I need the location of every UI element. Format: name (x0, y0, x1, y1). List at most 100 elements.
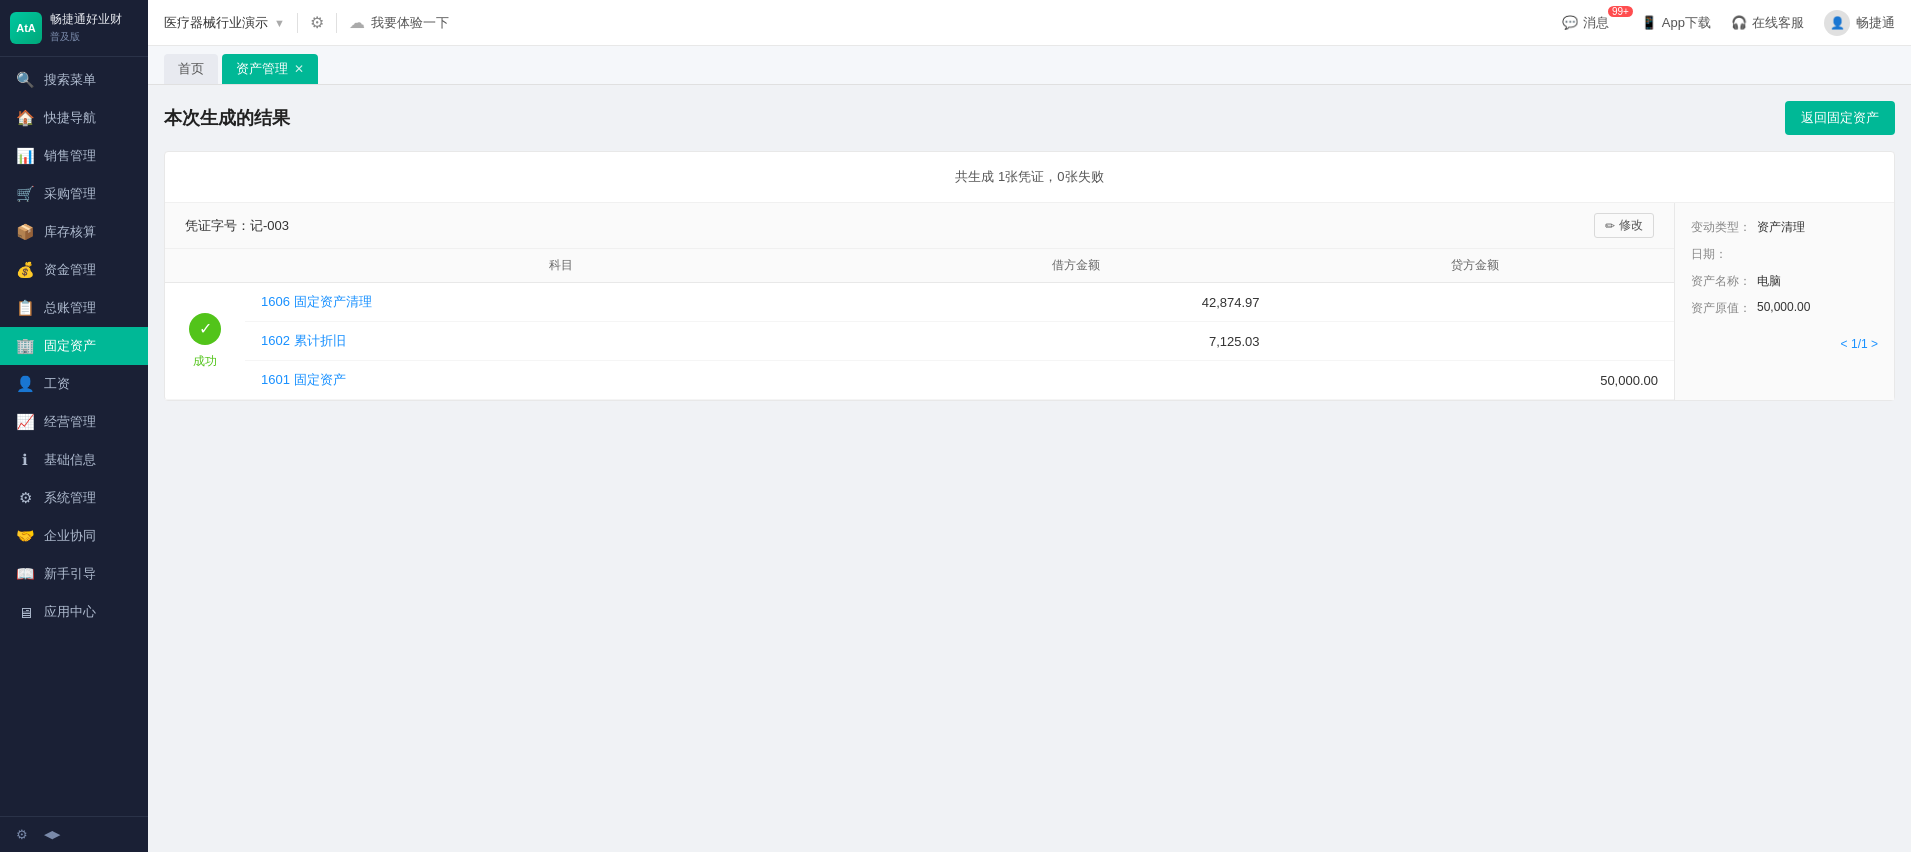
col-credit: 贷方金额 (1276, 249, 1674, 283)
sidebar-label-4: 库存核算 (44, 223, 96, 241)
return-button[interactable]: 返回固定资产 (1785, 101, 1895, 135)
original-value-value: 50,000.00 (1757, 300, 1810, 317)
app-download-button[interactable]: 📱 App下载 (1641, 14, 1711, 32)
sidebar-item-快捷导航[interactable]: 🏠 快捷导航 (0, 99, 148, 137)
sidebar-item-系统管理[interactable]: ⚙ 系统管理 (0, 479, 148, 517)
sidebar-item-应用中心[interactable]: 🖥 应用中心 (0, 593, 148, 631)
debit-cell: 7,125.03 (877, 322, 1275, 361)
sidebar-item-固定资产[interactable]: 🏢 固定资产 (0, 327, 148, 365)
result-panel: 共生成 1张凭证，0张失败 凭证字号：记-003 ✏ 修改 (164, 151, 1895, 401)
account-cell: 1601 固定资产 (245, 361, 877, 400)
sidebar-label-14: 应用中心 (44, 603, 96, 621)
edit-voucher-button[interactable]: ✏ 修改 (1594, 213, 1654, 238)
topbar-divider2 (336, 13, 337, 33)
topbar: 医疗器械行业演示 ▼ ⚙ ☁ 我要体验一下 💬 消息 99+ 📱 App下载 🎧… (148, 0, 1911, 46)
sidebar-label-2: 销售管理 (44, 147, 96, 165)
credit-cell (1276, 283, 1674, 322)
voucher-number: 凭证字号：记-003 (185, 217, 289, 235)
sidebar-label-1: 快捷导航 (44, 109, 96, 127)
collapse-icon[interactable]: ◀▶ (44, 828, 60, 841)
settings-icon[interactable]: ⚙ (16, 827, 28, 842)
company-dropdown-icon: ▼ (274, 17, 285, 29)
sidebar-label-7: 固定资产 (44, 337, 96, 355)
sidebar-item-企业协同[interactable]: 🤝 企业协同 (0, 517, 148, 555)
messages-badge: 99+ (1608, 6, 1633, 17)
sidebar-icon-3: 🛒 (16, 185, 34, 203)
topbar-divider (297, 13, 298, 33)
prev-page-icon[interactable]: < (1841, 337, 1848, 351)
pagination[interactable]: < 1/1 > (1691, 327, 1878, 351)
sidebar-item-工资[interactable]: 👤 工资 (0, 365, 148, 403)
sidebar-item-资金管理[interactable]: 💰 资金管理 (0, 251, 148, 289)
tab-home[interactable]: 首页 (164, 54, 218, 84)
sidebar-label-11: 系统管理 (44, 489, 96, 507)
asset-name-label: 资产名称： (1691, 273, 1751, 290)
sidebar-label-5: 资金管理 (44, 261, 96, 279)
messages-button[interactable]: 💬 消息 99+ (1562, 14, 1621, 32)
app-version: 普及版 (50, 30, 122, 44)
sidebar-item-经营管理[interactable]: 📈 经营管理 (0, 403, 148, 441)
experience-label: 我要体验一下 (371, 14, 449, 32)
app-download-icon: 📱 (1641, 15, 1657, 30)
sidebar-nav: 🔍 搜索菜单 🏠 快捷导航 📊 销售管理 🛒 采购管理 📦 库存核算 💰 资金管… (0, 57, 148, 816)
result-summary: 共生成 1张凭证，0张失败 (165, 152, 1894, 203)
sidebar-item-搜索菜单[interactable]: 🔍 搜索菜单 (0, 61, 148, 99)
settings-gear-icon[interactable]: ⚙ (310, 13, 324, 32)
tab-asset-management[interactable]: 资产管理 ✕ (222, 54, 318, 84)
success-indicator: ✓ 成功 (181, 305, 229, 378)
debit-cell (877, 361, 1275, 400)
sidebar-label-13: 新手引导 (44, 565, 96, 583)
app-logo: AtA (10, 12, 42, 44)
table-row: ✓ 成功 1606 固定资产清理42,874.97 (165, 283, 1674, 322)
tabbar: 首页 资产管理 ✕ (148, 46, 1911, 85)
sidebar-item-采购管理[interactable]: 🛒 采购管理 (0, 175, 148, 213)
voucher-container: 凭证字号：记-003 ✏ 修改 科目 借方金额 (165, 203, 1894, 400)
sidebar-icon-12: 🤝 (16, 527, 34, 545)
next-page-icon[interactable]: > (1871, 337, 1878, 351)
sidebar-icon-13: 📖 (16, 565, 34, 583)
voucher-header: 凭证字号：记-003 ✏ 修改 (165, 203, 1674, 249)
online-service-button[interactable]: 🎧 在线客服 (1731, 14, 1804, 32)
voucher-left: 凭证字号：记-003 ✏ 修改 科目 借方金额 (165, 203, 1674, 400)
main-area: 医疗器械行业演示 ▼ ⚙ ☁ 我要体验一下 💬 消息 99+ 📱 App下载 🎧… (148, 0, 1911, 852)
info-change-type: 变动类型： 资产清理 (1691, 219, 1878, 236)
sidebar-label-0: 搜索菜单 (44, 71, 96, 89)
sidebar-item-新手引导[interactable]: 📖 新手引导 (0, 555, 148, 593)
account-cell: 1606 固定资产清理 (245, 283, 877, 322)
sidebar-label-10: 基础信息 (44, 451, 96, 469)
table-row: 1602 累计折旧7,125.03 (165, 322, 1674, 361)
sidebar-icon-5: 💰 (16, 261, 34, 279)
sidebar-header: AtA 畅捷通好业财 普及版 (0, 0, 148, 57)
sidebar-item-销售管理[interactable]: 📊 销售管理 (0, 137, 148, 175)
success-text: 成功 (193, 353, 217, 370)
sidebar-icon-14: 🖥 (16, 603, 34, 621)
voucher-right-panel: 变动类型： 资产清理 日期： 资产名称： 电脑 资产原值： 50,000.00 (1674, 203, 1894, 400)
table-header-row: 科目 借方金额 贷方金额 (165, 249, 1674, 283)
sidebar-item-库存核算[interactable]: 📦 库存核算 (0, 213, 148, 251)
sidebar-item-总账管理[interactable]: 📋 总账管理 (0, 289, 148, 327)
pagination-info: 1/1 (1851, 337, 1871, 351)
table-row: 1601 固定资产50,000.00 (165, 361, 1674, 400)
success-circle: ✓ (189, 313, 221, 345)
avatar: 👤 (1824, 10, 1850, 36)
voucher-table: 科目 借方金额 贷方金额 ✓ 成功 1606 固定资产清理42,874.9716… (165, 249, 1674, 400)
content-area: 本次生成的结果 返回固定资产 共生成 1张凭证，0张失败 凭证字号：记-003 … (148, 85, 1911, 852)
change-type-value: 资产清理 (1757, 219, 1805, 236)
username: 畅捷通 (1856, 14, 1895, 32)
company-name: 医疗器械行业演示 (164, 14, 268, 32)
tab-close-icon[interactable]: ✕ (294, 62, 304, 76)
sidebar-icon-6: 📋 (16, 299, 34, 317)
sidebar-icon-4: 📦 (16, 223, 34, 241)
cloud-icon: ☁ (349, 13, 365, 32)
app-download-label: App下载 (1662, 14, 1711, 32)
sidebar-footer: ⚙ ◀▶ (0, 816, 148, 852)
service-icon: 🎧 (1731, 15, 1747, 30)
sidebar-icon-0: 🔍 (16, 71, 34, 89)
user-menu[interactable]: 👤 畅捷通 (1824, 10, 1895, 36)
page-title: 本次生成的结果 (164, 106, 290, 130)
company-selector[interactable]: 医疗器械行业演示 ▼ (164, 14, 285, 32)
sidebar-item-基础信息[interactable]: ℹ 基础信息 (0, 441, 148, 479)
sidebar-icon-1: 🏠 (16, 109, 34, 127)
experience-button[interactable]: ☁ 我要体验一下 (349, 13, 449, 32)
info-asset-name: 资产名称： 电脑 (1691, 273, 1878, 290)
